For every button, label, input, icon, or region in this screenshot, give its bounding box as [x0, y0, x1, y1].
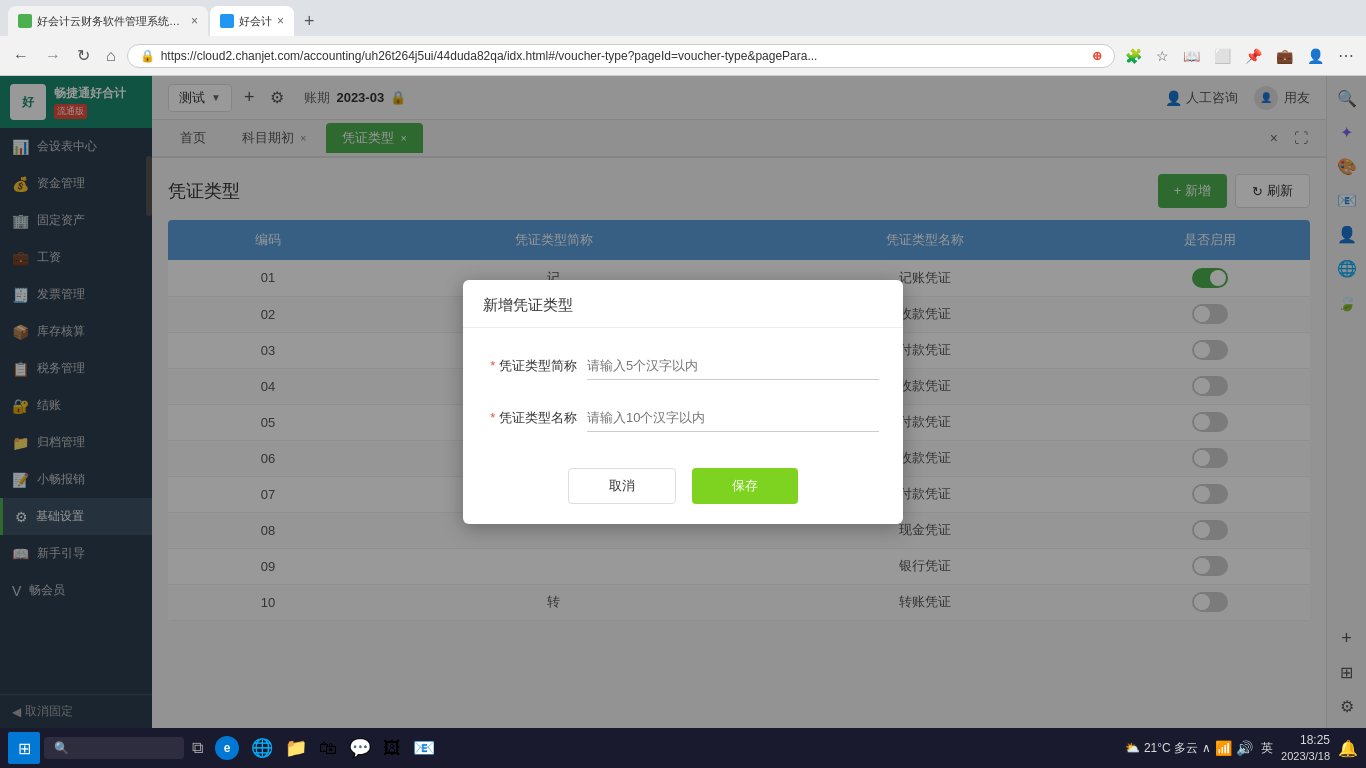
taskbar-explorer[interactable]: 📁 — [281, 733, 311, 763]
collections-button[interactable]: 💼 — [1272, 46, 1297, 66]
modal-header: 新增凭证类型 — [463, 280, 903, 328]
weather-text: 21°C 多云 — [1144, 740, 1198, 757]
modal-title: 新增凭证类型 — [483, 296, 573, 313]
profile-button[interactable]: 👤 — [1303, 46, 1328, 66]
browser-toolbar: ← → ↻ ⌂ 🔒 https://cloud2.chanjet.com/acc… — [0, 36, 1366, 76]
new-tab-button[interactable]: + — [296, 6, 323, 36]
form-row-abbr: * 凭证类型简称 — [487, 352, 879, 380]
search-button[interactable]: 🔍 — [44, 737, 184, 759]
tab1-label: 好会计云财务软件管理系统_会计 — [37, 14, 186, 29]
tab-bar: 好会计云财务软件管理系统_会计 × 好会计 × + — [0, 0, 1366, 36]
modal-overlay: 新增凭证类型 * 凭证类型简称 * 凭证类型名称 — [0, 76, 1366, 728]
tab1-close[interactable]: × — [191, 14, 198, 28]
input-method[interactable]: 英 — [1261, 740, 1273, 757]
taskbar-photos[interactable]: 🖼 — [379, 734, 405, 763]
tab2-close[interactable]: × — [277, 14, 284, 28]
tab1-favicon — [18, 14, 32, 28]
tab2-label: 好会计 — [239, 14, 272, 29]
abbr-input[interactable] — [587, 352, 879, 380]
favorites-button[interactable]: ☆ — [1152, 46, 1173, 66]
abbr-label: * 凭证类型简称 — [487, 357, 587, 375]
browser-chrome: 好会计云财务软件管理系统_会计 × 好会计 × + ← → ↻ ⌂ 🔒 http… — [0, 0, 1366, 76]
name-required-mark: * — [490, 410, 495, 425]
clock-date: 2023/3/18 — [1281, 749, 1330, 764]
taskbar-right: ⛅ 21°C 多云 ∧ 📶 🔊 英 18:25 2023/3/18 🔔 — [1125, 732, 1358, 764]
nav-home-button[interactable]: ⌂ — [101, 45, 121, 67]
name-label: * 凭证类型名称 — [487, 409, 587, 427]
address-bar[interactable]: 🔒 https://cloud2.chanjet.com/accounting/… — [127, 44, 1115, 68]
pin-button[interactable]: 📌 — [1241, 46, 1266, 66]
nav-forward-button[interactable]: → — [40, 45, 66, 67]
app-layout: 好 畅捷通好合计 流通版 📊 会设表中心 💰 资金管理 🏢 固定资产 💼 工资 — [0, 76, 1366, 728]
cancel-button[interactable]: 取消 — [568, 468, 676, 504]
reader-mode-button[interactable]: 📖 — [1179, 46, 1204, 66]
lock-icon: 🔒 — [140, 49, 155, 63]
modal-dialog: 新增凭证类型 * 凭证类型简称 * 凭证类型名称 — [463, 280, 903, 524]
abbr-required-mark: * — [490, 358, 495, 373]
tab-2[interactable]: 好会计 × — [210, 6, 294, 36]
taskbar-mail[interactable]: 📧 — [409, 733, 439, 763]
name-input[interactable] — [587, 404, 879, 432]
more-button[interactable]: ⋯ — [1334, 44, 1358, 67]
taskbar: ⊞ 🔍 ⧉ e 🌐 📁 🛍 💬 🖼 📧 ⛅ 21°C 多云 ∧ 📶 🔊 英 18… — [0, 728, 1366, 768]
taskbar-edge[interactable]: e — [211, 732, 243, 764]
taskbar-store[interactable]: 🛍 — [315, 734, 341, 763]
clock-time: 18:25 — [1281, 732, 1330, 749]
extensions-button[interactable]: 🧩 — [1121, 46, 1146, 66]
start-button[interactable]: ⊞ — [8, 732, 40, 764]
taskview-button[interactable]: ⧉ — [188, 735, 207, 761]
form-row-name: * 凭证类型名称 — [487, 404, 879, 432]
notification-button[interactable]: 🔔 — [1338, 739, 1358, 758]
clock[interactable]: 18:25 2023/3/18 — [1281, 732, 1330, 764]
nav-refresh-button[interactable]: ↻ — [72, 44, 95, 67]
taskbar-chrome[interactable]: 🌐 — [247, 733, 277, 763]
tray-chevron[interactable]: ∧ — [1202, 741, 1211, 755]
tab2-favicon — [220, 14, 234, 28]
split-button[interactable]: ⬜ — [1210, 46, 1235, 66]
notifications-icon: ⊕ — [1092, 49, 1102, 63]
weather-icon: ⛅ — [1125, 741, 1140, 755]
speaker-icon: 🔊 — [1236, 740, 1253, 756]
save-button[interactable]: 保存 — [692, 468, 798, 504]
system-tray: ⛅ 21°C 多云 ∧ 📶 🔊 — [1125, 740, 1253, 757]
nav-back-button[interactable]: ← — [8, 45, 34, 67]
address-text: https://cloud2.chanjet.com/accounting/uh… — [161, 49, 1086, 63]
modal-body: * 凭证类型简称 * 凭证类型名称 — [463, 328, 903, 456]
modal-footer: 取消 保存 — [463, 456, 903, 524]
wifi-icon: 📶 — [1215, 740, 1232, 756]
tab-1[interactable]: 好会计云财务软件管理系统_会计 × — [8, 6, 208, 36]
taskbar-wechat[interactable]: 💬 — [345, 733, 375, 763]
